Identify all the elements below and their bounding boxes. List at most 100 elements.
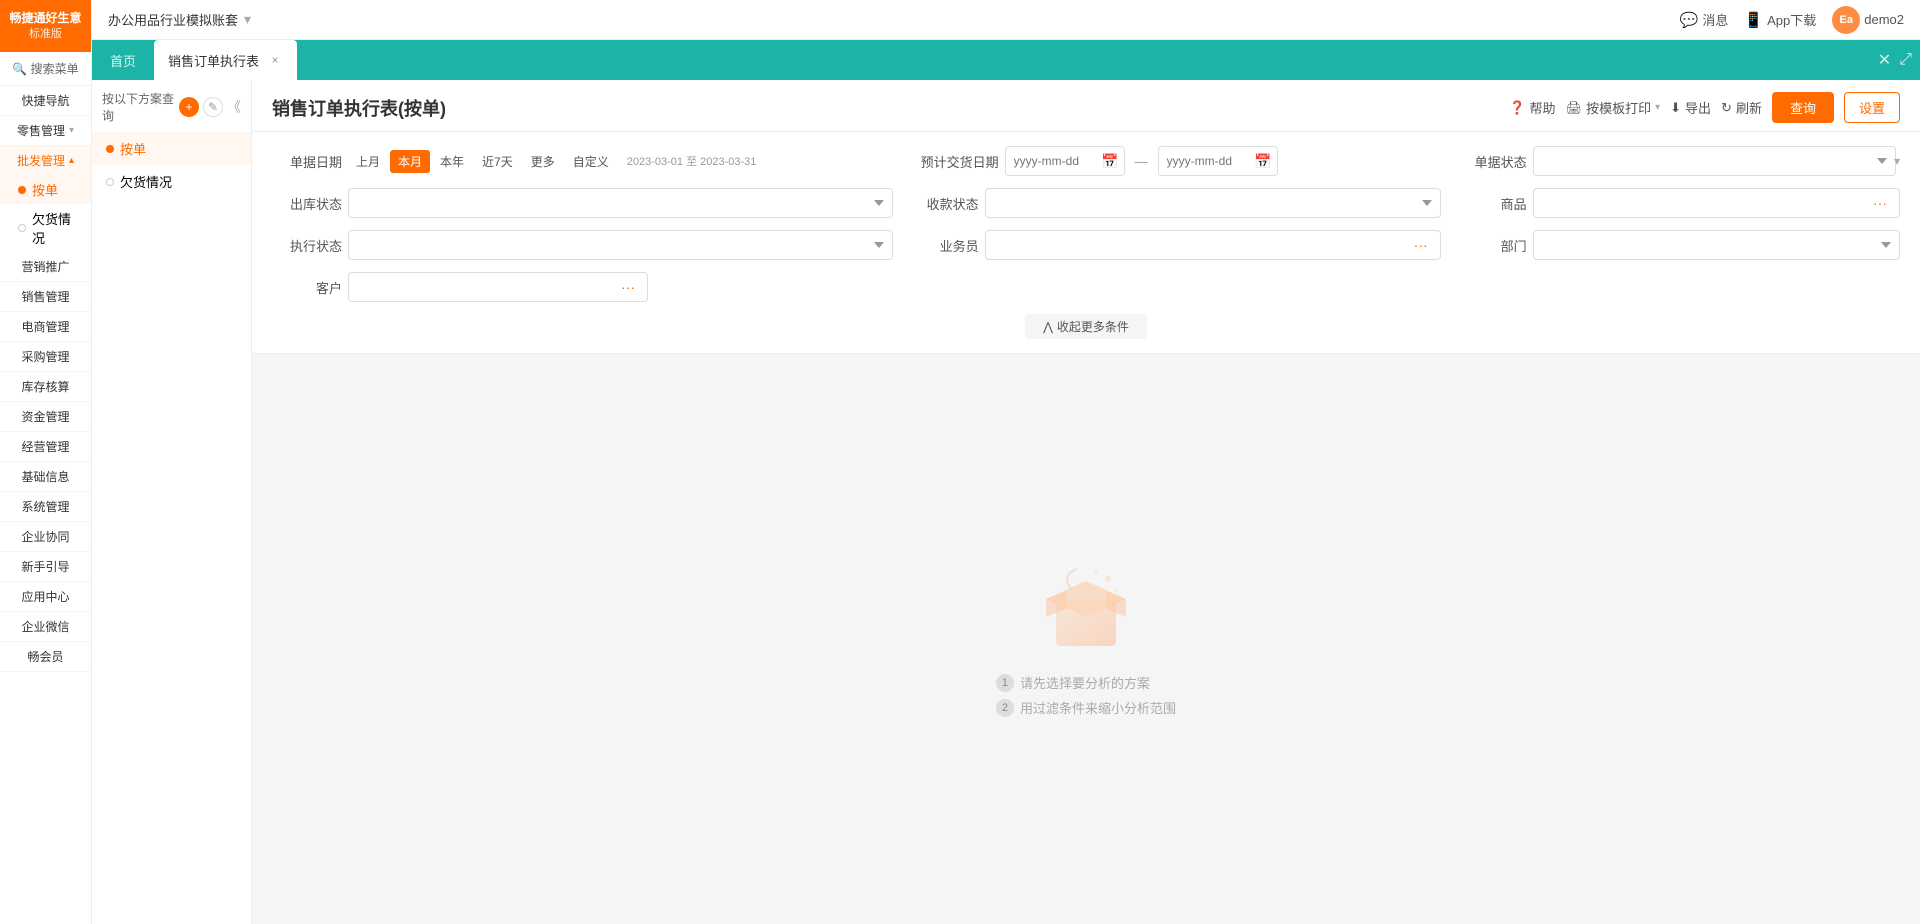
customer-ellipsis-icon[interactable]: ··· bbox=[617, 279, 639, 295]
settings-btn[interactable]: 设置 bbox=[1844, 92, 1900, 123]
exec-status-label: 执行状态 bbox=[272, 236, 342, 255]
message-btn[interactable]: 💬 消息 bbox=[1680, 10, 1729, 29]
tab-sales-exec-table[interactable]: 销售订单执行表 × bbox=[154, 40, 297, 80]
add-scheme-btn[interactable]: + bbox=[179, 97, 199, 117]
doc-status-group: 单据状态 ▾ bbox=[1457, 146, 1900, 176]
scheme-debt-item[interactable]: 欠货情况 bbox=[92, 165, 251, 198]
sidebar-sub-byorder-label: 按单 bbox=[32, 180, 58, 199]
goods-ellipsis-icon[interactable]: ··· bbox=[1869, 195, 1891, 211]
empty-icon bbox=[1036, 561, 1136, 661]
payment-status-select[interactable] bbox=[985, 188, 1441, 218]
sidebar-item-wechat[interactable]: 企业微信 bbox=[0, 612, 91, 642]
help-btn[interactable]: ❓ 帮助 bbox=[1509, 98, 1555, 117]
query-btn[interactable]: 查询 bbox=[1772, 92, 1834, 123]
date-tab-more[interactable]: 更多 bbox=[523, 150, 563, 173]
date-tabs: 上月 本月 本年 近7天 更多 自定义 bbox=[348, 150, 617, 173]
refresh-btn[interactable]: ↻ 刷新 bbox=[1721, 98, 1762, 117]
avatar: Ea bbox=[1832, 6, 1860, 34]
sidebar-item-system[interactable]: 系统管理 bbox=[0, 492, 91, 522]
collapse-panel-btn[interactable]: 《 bbox=[227, 97, 241, 117]
sidebar-sub-debt-label: 欠货情况 bbox=[32, 209, 73, 247]
dept-select[interactable] bbox=[1533, 230, 1900, 260]
delivery-status-select[interactable] bbox=[348, 188, 893, 218]
sidebar-wholesale-section[interactable]: 批发管理 ▴ bbox=[0, 146, 91, 175]
tabbar-actions: ✕ ⤢ bbox=[1878, 50, 1920, 70]
tab-close-icon[interactable]: × bbox=[267, 52, 283, 68]
exec-status-select[interactable] bbox=[348, 230, 893, 260]
payment-status-group: 收款状态 bbox=[909, 188, 1441, 218]
date-tab-lastmonth[interactable]: 上月 bbox=[348, 150, 388, 173]
exec-status-group: 执行状态 bbox=[272, 230, 893, 260]
date-dash: — bbox=[1135, 154, 1148, 169]
sidebar-item-stock[interactable]: 库存核算 bbox=[0, 372, 91, 402]
print-label: 按模板打印 bbox=[1586, 98, 1651, 117]
export-btn[interactable]: ⬇ 导出 bbox=[1670, 98, 1711, 117]
date-filter-group: 单据日期 上月 本月 本年 近7天 更多 自定义 2023-03-01 至 20… bbox=[272, 150, 893, 173]
sidebar-item-app-center[interactable]: 应用中心 bbox=[0, 582, 91, 612]
sidebar-item-retail[interactable]: 零售管理 ▾ bbox=[0, 116, 91, 146]
date-range-text: 2023-03-01 至 2023-03-31 bbox=[627, 153, 757, 169]
inactive-dot bbox=[18, 224, 26, 232]
left-panel-header: 按以下方案查询 + ✎ 《 bbox=[92, 90, 251, 132]
user-name: demo2 bbox=[1864, 12, 1904, 27]
print-btn[interactable]: 🖨 按模板打印 ▾ bbox=[1566, 98, 1661, 117]
doc-status-select[interactable] bbox=[1533, 146, 1896, 176]
tip-text-1: 请先选择要分析的方案 bbox=[1020, 673, 1150, 692]
user-info[interactable]: Ea demo2 bbox=[1832, 6, 1904, 34]
app-download-icon: 📱 bbox=[1744, 11, 1763, 29]
tab-home[interactable]: 首页 bbox=[92, 40, 154, 80]
sidebar-item-operations[interactable]: 经营管理 bbox=[0, 432, 91, 462]
sidebar-item-member[interactable]: 畅会员 bbox=[0, 642, 91, 672]
edit-scheme-btn[interactable]: ✎ bbox=[203, 97, 223, 117]
sidebar-item-purchase[interactable]: 采购管理 bbox=[0, 342, 91, 372]
scheme-byorder-item[interactable]: 按单 bbox=[92, 132, 251, 165]
date-label: 单据日期 bbox=[272, 152, 342, 171]
date-tab-custom[interactable]: 自定义 bbox=[565, 150, 617, 173]
sidebar-item-basic[interactable]: 基础信息 bbox=[0, 462, 91, 492]
sidebar-item-marketing[interactable]: 营销推广 bbox=[0, 252, 91, 282]
sidebar-item-guide[interactable]: 新手引导 bbox=[0, 552, 91, 582]
scheme-active-dot bbox=[106, 145, 114, 153]
sidebar-item-finance[interactable]: 资金管理 bbox=[0, 402, 91, 432]
chevron-down-icon: ▾ bbox=[69, 125, 74, 136]
sidebar-sub-debt[interactable]: 欠货情况 bbox=[0, 204, 91, 252]
salesperson-ellipsis-icon[interactable]: ··· bbox=[1410, 237, 1432, 253]
sidebar-search[interactable]: 🔍 搜索菜单 bbox=[0, 52, 91, 86]
date-tab-thismonth[interactable]: 本月 bbox=[390, 150, 430, 173]
customer-group: 客户 ··· bbox=[272, 272, 899, 302]
customer-input[interactable]: ··· bbox=[348, 272, 648, 302]
empty-tips: 1 请先选择要分析的方案 2 用过滤条件来缩小分析范围 bbox=[996, 673, 1176, 717]
sidebar-sub-byorder[interactable]: 按单 bbox=[0, 175, 91, 204]
delivery-date-to-wrapper: 📅 bbox=[1158, 146, 1278, 176]
message-label: 消息 bbox=[1702, 10, 1728, 29]
topbar-left: 办公用品行业模拟账套 ▾ bbox=[108, 10, 251, 29]
tabbar: 首页 销售订单执行表 × ✕ ⤢ bbox=[92, 40, 1920, 80]
search-icon: 🔍 bbox=[12, 62, 27, 76]
topbar-dropdown-icon[interactable]: ▾ bbox=[244, 11, 251, 28]
empty-tip-2: 2 用过滤条件来缩小分析范围 bbox=[996, 698, 1176, 717]
delivery-date-from[interactable] bbox=[1005, 146, 1125, 176]
sidebar-item-sales[interactable]: 销售管理 bbox=[0, 282, 91, 312]
dept-label: 部门 bbox=[1457, 236, 1527, 255]
filter-area: 单据日期 上月 本月 本年 近7天 更多 自定义 2023-03-01 至 20… bbox=[252, 132, 1920, 354]
close-window-icon[interactable]: ✕ bbox=[1878, 50, 1891, 70]
collapse-btn[interactable]: ⋀ 收起更多条件 bbox=[1025, 314, 1147, 339]
left-panel: 按以下方案查询 + ✎ 《 按单 欠货情况 bbox=[92, 80, 252, 924]
date-tab-last7[interactable]: 近7天 bbox=[474, 150, 521, 173]
export-label: 导出 bbox=[1685, 98, 1711, 117]
active-dot bbox=[18, 186, 26, 194]
sidebar-quick-nav[interactable]: 快捷导航 bbox=[0, 86, 91, 116]
filter-row-3: 执行状态 业务员 ··· 部门 bbox=[272, 230, 1900, 260]
sidebar-item-enterprise[interactable]: 企业协同 bbox=[0, 522, 91, 552]
empty-tip-1: 1 请先选择要分析的方案 bbox=[996, 673, 1176, 692]
maximize-icon[interactable]: ⤢ bbox=[1899, 51, 1912, 69]
date-tab-thisyear[interactable]: 本年 bbox=[432, 150, 472, 173]
salesperson-input[interactable]: ··· bbox=[985, 230, 1441, 260]
delivery-date-to[interactable] bbox=[1158, 146, 1278, 176]
refresh-label: 刷新 bbox=[1736, 98, 1762, 117]
tab-sales-exec-label: 销售订单执行表 bbox=[168, 51, 259, 70]
app-download-btn[interactable]: 📱 App下载 bbox=[1744, 10, 1816, 29]
sidebar-item-wholesale-label: 批发管理 bbox=[17, 152, 65, 169]
goods-input[interactable]: ··· bbox=[1533, 188, 1900, 218]
sidebar-item-ecommerce[interactable]: 电商管理 bbox=[0, 312, 91, 342]
